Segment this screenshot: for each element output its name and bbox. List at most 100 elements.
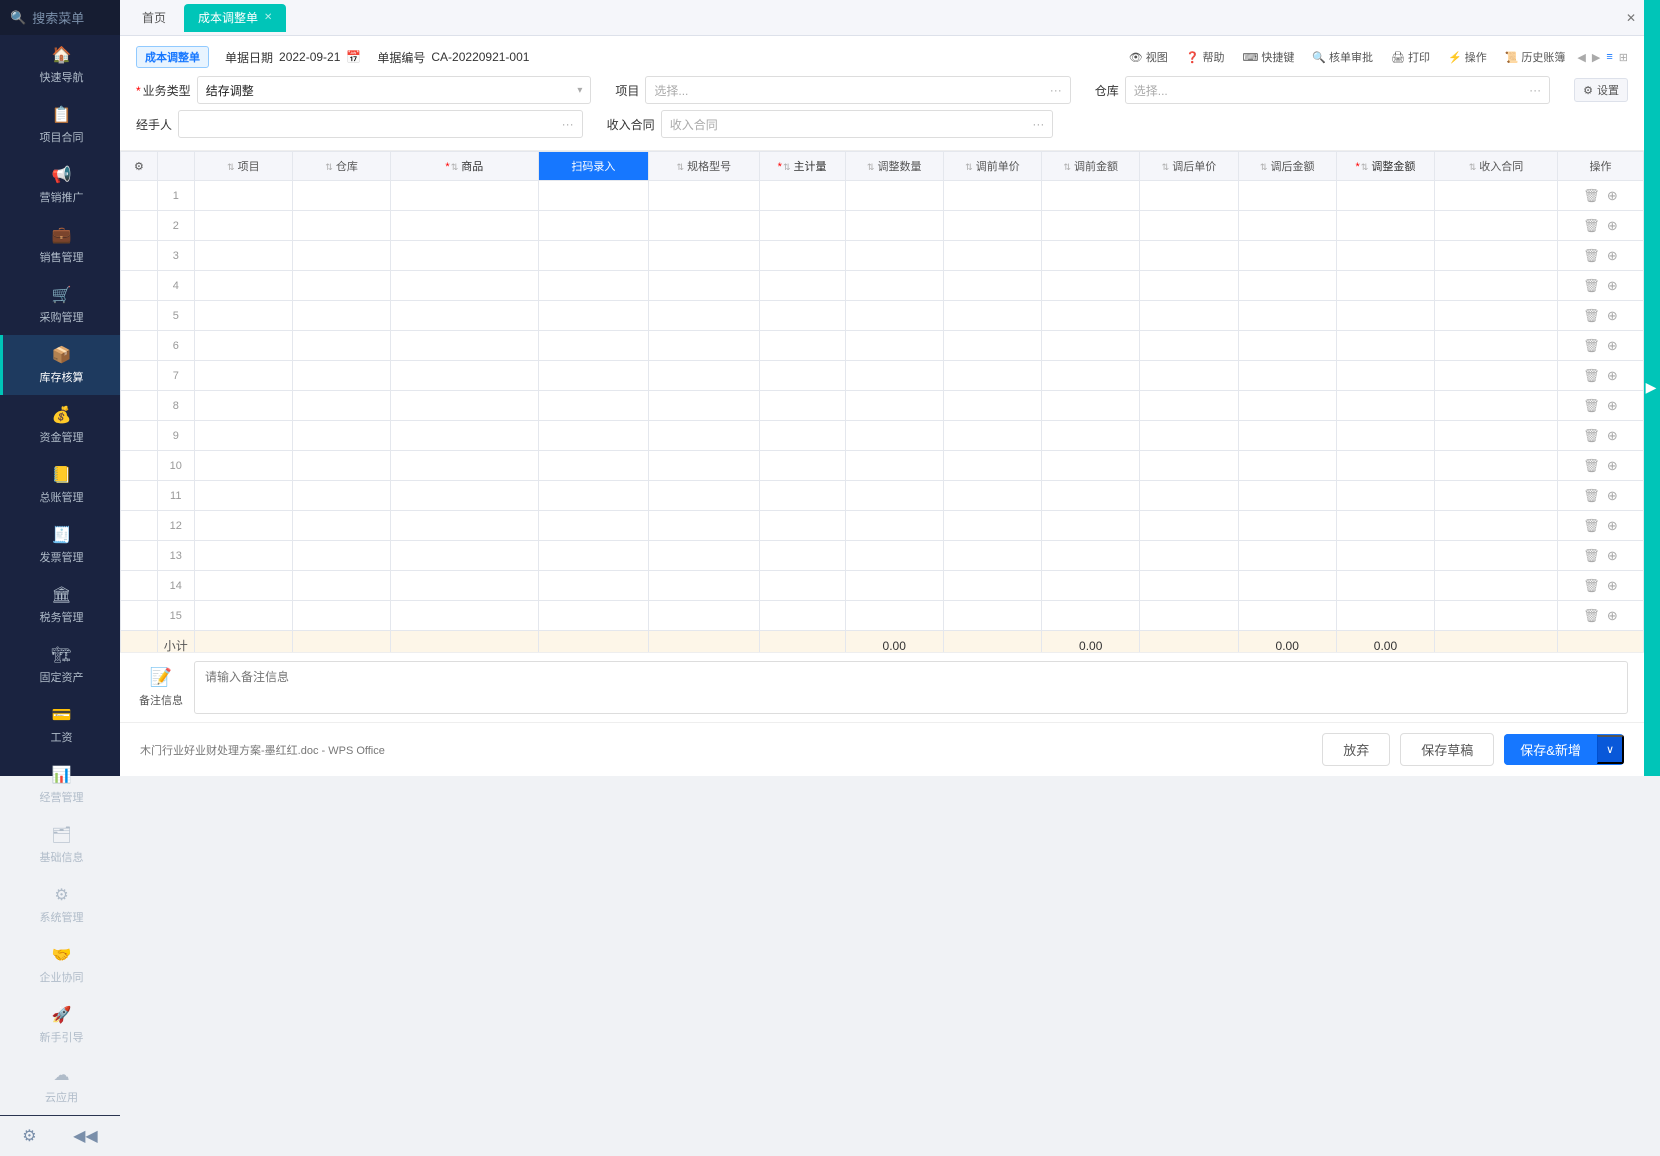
delete-row-8-icon[interactable]: 🗑 <box>1583 398 1600 413</box>
sidebar-item-ledger-mgmt[interactable]: 📒 总账管理 <box>0 455 120 515</box>
row-4-warehouse[interactable] <box>292 271 390 301</box>
row-4-post-amount[interactable] <box>1238 271 1336 301</box>
row-11-product[interactable] <box>391 481 538 511</box>
row-3-project[interactable] <box>194 241 292 271</box>
copy-row-11-icon[interactable]: ⊕ <box>1607 488 1618 503</box>
row-2-post-amount[interactable] <box>1238 211 1336 241</box>
sidebar-item-system-mgmt[interactable]: ⚙ 系统管理 <box>0 875 120 935</box>
row-10-income-contract[interactable] <box>1435 451 1558 481</box>
row-1-pre-unit-price[interactable] <box>943 181 1041 211</box>
row-13-warehouse[interactable] <box>292 541 390 571</box>
row-9-income-contract[interactable] <box>1435 421 1558 451</box>
row-11-income-contract[interactable] <box>1435 481 1558 511</box>
sidebar-item-purchase-mgmt[interactable]: 🛒 采购管理 <box>0 275 120 335</box>
sidebar-item-payroll[interactable]: 💳 工资 <box>0 695 120 755</box>
row-5-scan-entry[interactable] <box>538 301 649 331</box>
row-13-pre-amount[interactable] <box>1042 541 1140 571</box>
row-3-pre-amount[interactable] <box>1042 241 1140 271</box>
tab-cost-adjustment[interactable]: 成本调整单 ✕ <box>184 4 286 32</box>
row-2-unit[interactable] <box>759 211 845 241</box>
row-6-unit[interactable] <box>759 331 845 361</box>
delete-row-10-icon[interactable]: 🗑 <box>1583 458 1600 473</box>
row-4-adj-amount[interactable] <box>1336 271 1434 301</box>
row-8-project[interactable] <box>194 391 292 421</box>
row-12-unit[interactable] <box>759 511 845 541</box>
row-3-income-contract[interactable] <box>1435 241 1558 271</box>
delete-row-13-icon[interactable]: 🗑 <box>1583 548 1600 563</box>
row-15-project[interactable] <box>194 601 292 631</box>
row-3-post-amount[interactable] <box>1238 241 1336 271</box>
row-12-spec[interactable] <box>649 511 760 541</box>
row-13-adj-amount[interactable] <box>1336 541 1434 571</box>
row-13-product[interactable] <box>391 541 538 571</box>
row-2-adj-amount[interactable] <box>1336 211 1434 241</box>
row-15-pre-amount[interactable] <box>1042 601 1140 631</box>
row-6-spec[interactable] <box>649 331 760 361</box>
settings-col-header[interactable]: ⚙ <box>121 152 158 181</box>
copy-row-3-icon[interactable]: ⊕ <box>1607 248 1618 263</box>
row-13-post-amount[interactable] <box>1238 541 1336 571</box>
save-new-arrow-button[interactable]: ∨ <box>1597 735 1624 764</box>
row-2-project[interactable] <box>194 211 292 241</box>
row-8-income-contract[interactable] <box>1435 391 1558 421</box>
delete-row-2-icon[interactable]: 🗑 <box>1583 218 1600 233</box>
row-12-scan-entry[interactable] <box>538 511 649 541</box>
project-input[interactable]: 选择... ··· <box>645 76 1070 104</box>
nav-next-icon[interactable]: ▶ <box>1592 51 1600 64</box>
row-8-warehouse[interactable] <box>292 391 390 421</box>
row-7-post-amount[interactable] <box>1238 361 1336 391</box>
delete-row-15-icon[interactable]: 🗑 <box>1583 608 1600 623</box>
row-9-spec[interactable] <box>649 421 760 451</box>
row-5-pre-amount[interactable] <box>1042 301 1140 331</box>
row-12-project[interactable] <box>194 511 292 541</box>
row-14-warehouse[interactable] <box>292 571 390 601</box>
row-15-scan-entry[interactable] <box>538 601 649 631</box>
row-13-unit[interactable] <box>759 541 845 571</box>
row-10-post-unit-price[interactable] <box>1140 451 1238 481</box>
view-list-icon[interactable]: ≡ <box>1606 51 1612 63</box>
row-12-warehouse[interactable] <box>292 511 390 541</box>
row-11-post-amount[interactable] <box>1238 481 1336 511</box>
sidebar-item-enterprise-collab[interactable]: 🤝 企业协同 <box>0 935 120 995</box>
row-11-adj-amount[interactable] <box>1336 481 1434 511</box>
row-6-pre-amount[interactable] <box>1042 331 1140 361</box>
delete-row-14-icon[interactable]: 🗑 <box>1583 578 1600 593</box>
row-14-project[interactable] <box>194 571 292 601</box>
copy-row-9-icon[interactable]: ⊕ <box>1607 428 1618 443</box>
tab-close-icon[interactable]: ✕ <box>264 12 272 23</box>
row-11-unit[interactable] <box>759 481 845 511</box>
row-7-adj-amount[interactable] <box>1336 361 1434 391</box>
row-9-pre-unit-price[interactable] <box>943 421 1041 451</box>
row-1-income-contract[interactable] <box>1435 181 1558 211</box>
row-2-scan-entry[interactable] <box>538 211 649 241</box>
row-4-adj-qty[interactable] <box>845 271 943 301</box>
row-6-adj-amount[interactable] <box>1336 331 1434 361</box>
sidebar-item-basic-info[interactable]: 🗂 基础信息 <box>0 815 120 875</box>
copy-row-13-icon[interactable]: ⊕ <box>1607 548 1618 563</box>
row-12-post-unit-price[interactable] <box>1140 511 1238 541</box>
row-6-project[interactable] <box>194 331 292 361</box>
row-13-post-unit-price[interactable] <box>1140 541 1238 571</box>
row-10-project[interactable] <box>194 451 292 481</box>
sidebar-item-new-guide[interactable]: 🚀 新手引导 <box>0 995 120 1055</box>
row-12-income-contract[interactable] <box>1435 511 1558 541</box>
row-7-warehouse[interactable] <box>292 361 390 391</box>
row-10-warehouse[interactable] <box>292 451 390 481</box>
tab-home[interactable]: 首页 <box>128 4 180 32</box>
row-9-post-unit-price[interactable] <box>1140 421 1238 451</box>
row-15-post-amount[interactable] <box>1238 601 1336 631</box>
sidebar-item-invoice-mgmt[interactable]: 🧾 发票管理 <box>0 515 120 575</box>
row-9-scan-entry[interactable] <box>538 421 649 451</box>
row-1-project[interactable] <box>194 181 292 211</box>
row-12-product[interactable] <box>391 511 538 541</box>
row-12-adj-amount[interactable] <box>1336 511 1434 541</box>
row-2-product[interactable] <box>391 211 538 241</box>
row-5-unit[interactable] <box>759 301 845 331</box>
row-2-adj-qty[interactable] <box>845 211 943 241</box>
row-14-scan-entry[interactable] <box>538 571 649 601</box>
row-15-unit[interactable] <box>759 601 845 631</box>
row-14-adj-amount[interactable] <box>1336 571 1434 601</box>
row-9-pre-amount[interactable] <box>1042 421 1140 451</box>
row-9-adj-qty[interactable] <box>845 421 943 451</box>
window-close-icon[interactable]: ✕ <box>1626 11 1636 25</box>
